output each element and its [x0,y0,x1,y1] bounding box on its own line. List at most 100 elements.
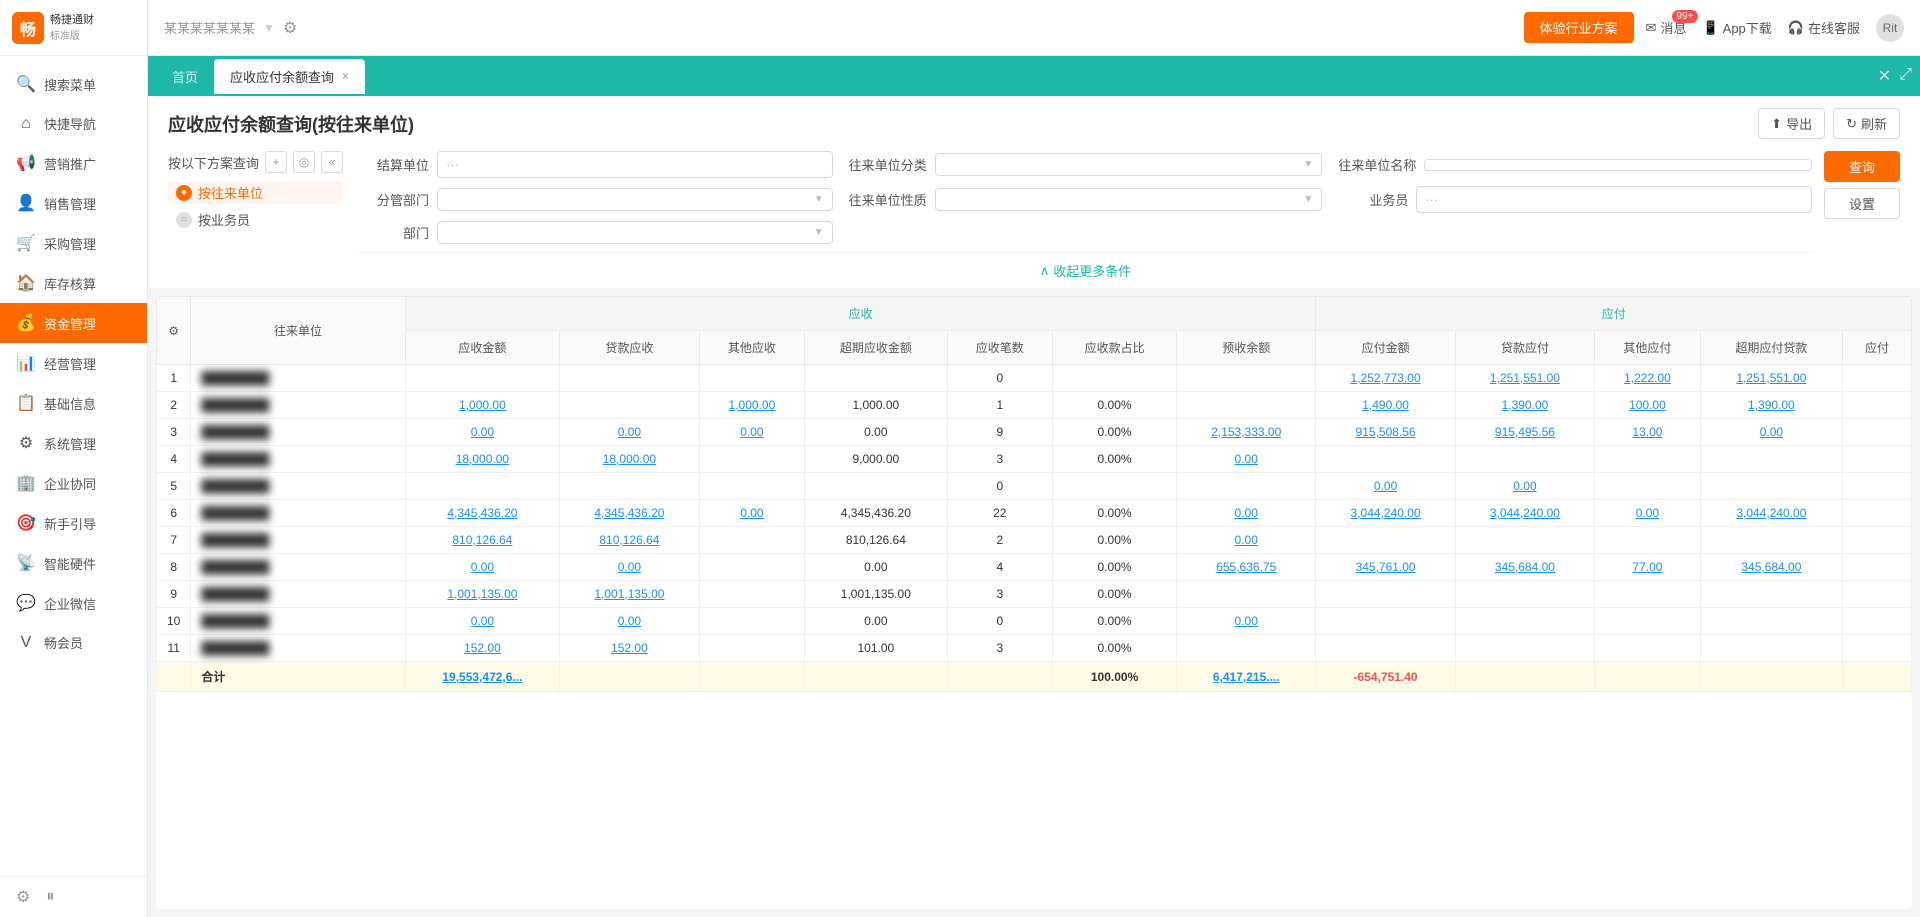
row-other-receivable[interactable] [699,527,805,554]
row-loan-payable[interactable]: 915,495.56 [1455,419,1594,446]
sidebar-item-enterprise[interactable]: 🏢 企业协同 [0,463,147,503]
row-loan-payable[interactable]: 1,390.00 [1455,392,1594,419]
row-other-receivable[interactable]: 0.00 [699,419,805,446]
row-prepaid-balance[interactable] [1177,581,1316,608]
row-other-payable[interactable]: 77.00 [1595,554,1701,581]
settlement-unit-input[interactable]: ··· [437,151,833,178]
row-loan-receivable[interactable]: 18,000.00 [560,446,699,473]
row-overdue-payable[interactable] [1700,608,1842,635]
row-payable-amount[interactable] [1316,635,1455,662]
row-other-receivable[interactable] [699,554,805,581]
sidebar-item-newbie[interactable]: 🎯 新手引导 [0,503,147,543]
settings-footer-icon[interactable]: ⚙ [16,887,30,907]
sidebar-item-marketing[interactable]: 📢 营销推广 [0,143,147,183]
sidebar-item-inventory[interactable]: 🏠 库存核算 [0,263,147,303]
sidebar-item-system[interactable]: ⚙ 系统管理 [0,423,147,463]
row-loan-payable[interactable] [1455,527,1594,554]
sidebar-item-purchase[interactable]: 🛒 采购管理 [0,223,147,263]
row-receivable-amount[interactable]: 0.00 [405,419,560,446]
row-receivable-amount[interactable]: 0.00 [405,554,560,581]
row-overdue-payable[interactable] [1700,527,1842,554]
row-loan-payable[interactable] [1455,635,1594,662]
row-other-payable[interactable] [1595,446,1701,473]
dept-manager-input[interactable]: ▼ [437,188,833,211]
sidebar-item-member[interactable]: V 畅会员 [0,623,147,662]
row-other-receivable[interactable] [699,365,805,392]
sidebar-item-wechat[interactable]: 💬 企业微信 [0,583,147,623]
row-loan-payable[interactable]: 0.00 [1455,473,1594,500]
total-prepaid-balance[interactable]: 6,417,215.... [1177,662,1316,692]
row-payable-amount[interactable]: 915,508.56 [1316,419,1455,446]
row-loan-payable[interactable] [1455,446,1594,473]
row-loan-receivable[interactable]: 1,001,135.00 [560,581,699,608]
row-other-payable[interactable] [1595,581,1701,608]
row-overdue-payable[interactable]: 345,684.00 [1700,554,1842,581]
row-prepaid-balance[interactable] [1177,365,1316,392]
row-receivable-amount[interactable]: 152.00 [405,635,560,662]
row-prepaid-balance[interactable]: 655,636.75 [1177,554,1316,581]
row-prepaid-balance[interactable] [1177,635,1316,662]
row-other-payable[interactable] [1595,473,1701,500]
row-receivable-amount[interactable]: 810,126.64 [405,527,560,554]
row-loan-receivable[interactable]: 4,345,436.20 [560,500,699,527]
row-overdue-payable[interactable] [1700,581,1842,608]
row-payable-amount[interactable] [1316,581,1455,608]
edit-scheme-icon[interactable]: ◎ [293,151,315,173]
row-overdue-payable[interactable]: 1,390.00 [1700,392,1842,419]
row-payable-amount[interactable]: 1,252,773.00 [1316,365,1455,392]
row-prepaid-balance[interactable] [1177,392,1316,419]
total-receivable-amount[interactable]: 19,553,472,6... [405,662,560,692]
row-payable-amount[interactable]: 345,761.00 [1316,554,1455,581]
row-other-payable[interactable] [1595,635,1701,662]
scheme-by-unit[interactable]: ● 按往来单位 [168,181,343,204]
sidebar-item-operations[interactable]: 📊 经营管理 [0,343,147,383]
salesman-input[interactable]: ··· [1416,186,1812,213]
row-payable-amount[interactable]: 1,490.00 [1316,392,1455,419]
row-loan-receivable[interactable] [560,392,699,419]
unit-nature-input[interactable]: ▼ [935,188,1323,211]
table-settings-header[interactable]: ⚙ [157,297,191,365]
row-loan-payable[interactable]: 1,251,551.00 [1455,365,1594,392]
row-other-receivable[interactable] [699,473,805,500]
row-loan-payable[interactable]: 3,044,240.00 [1455,500,1594,527]
row-loan-receivable[interactable] [560,365,699,392]
row-loan-receivable[interactable] [560,473,699,500]
app-download-btn[interactable]: 📱 App下载 [1702,18,1771,37]
row-other-receivable[interactable] [699,608,805,635]
collapse-footer-icon[interactable]: ⏸ [46,888,54,906]
row-loan-receivable[interactable]: 0.00 [560,419,699,446]
row-overdue-payable[interactable]: 1,251,551.00 [1700,365,1842,392]
row-overdue-payable[interactable] [1700,446,1842,473]
row-other-receivable[interactable]: 0.00 [699,500,805,527]
row-payable-amount[interactable]: 3,044,240.00 [1316,500,1455,527]
collapse-more-btn[interactable]: ∧ 收起更多条件 [359,252,1812,288]
expand-window-icon[interactable]: ⤢ [1899,66,1912,86]
row-overdue-payable[interactable] [1700,473,1842,500]
row-loan-payable[interactable] [1455,581,1594,608]
settings-gear-icon[interactable]: ⚙ [283,18,297,38]
add-scheme-icon[interactable]: + [265,151,287,173]
industry-btn[interactable]: 体验行业方案 [1524,12,1634,43]
row-overdue-payable[interactable]: 3,044,240.00 [1700,500,1842,527]
row-other-payable[interactable]: 1,222.00 [1595,365,1701,392]
sidebar-item-search[interactable]: 🔍 搜索菜单 [0,64,147,104]
row-other-payable[interactable] [1595,527,1701,554]
close-window-icon[interactable]: ✕ [1878,66,1891,86]
row-receivable-amount[interactable]: 4,345,436.20 [405,500,560,527]
tab-active[interactable]: 应收应付余额查询 × [214,59,365,94]
sidebar-item-sales[interactable]: 👤 销售管理 [0,183,147,223]
row-other-payable[interactable]: 0.00 [1595,500,1701,527]
row-receivable-amount[interactable]: 18,000.00 [405,446,560,473]
query-btn[interactable]: 查询 [1824,151,1900,182]
row-prepaid-balance[interactable]: 2,153,333.00 [1177,419,1316,446]
row-other-receivable[interactable]: 1,000.00 [699,392,805,419]
row-other-payable[interactable] [1595,608,1701,635]
department-input[interactable]: ▼ [437,221,833,244]
row-prepaid-balance[interactable]: 0.00 [1177,446,1316,473]
row-loan-payable[interactable] [1455,608,1594,635]
row-other-receivable[interactable] [699,446,805,473]
row-receivable-amount[interactable]: 1,001,135.00 [405,581,560,608]
row-payable-amount[interactable] [1316,446,1455,473]
row-receivable-amount[interactable] [405,473,560,500]
row-overdue-payable[interactable]: 0.00 [1700,419,1842,446]
